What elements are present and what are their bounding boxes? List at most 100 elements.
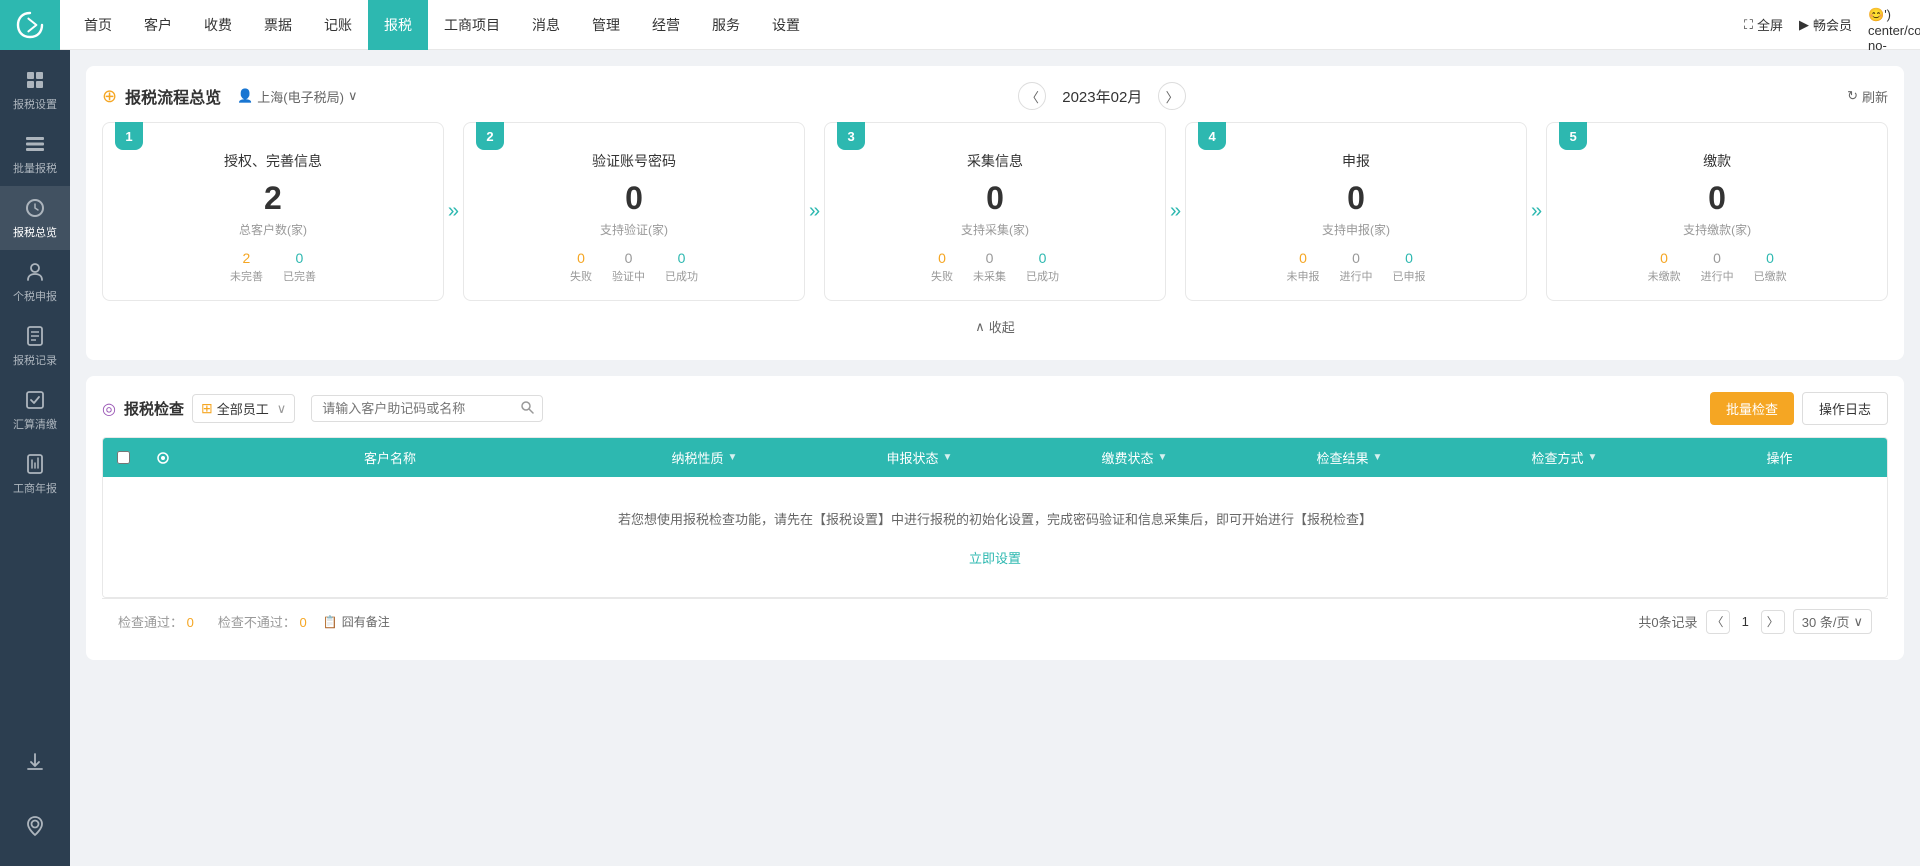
operation-log-button[interactable]: 操作日志 bbox=[1802, 392, 1888, 425]
vip-icon: ▶ bbox=[1799, 17, 1809, 33]
search-button[interactable] bbox=[512, 396, 542, 421]
stat-paid: 0 已缴款 bbox=[1754, 250, 1787, 284]
chevron-down-icon: ∨ bbox=[348, 88, 358, 104]
arrow-2-3: » bbox=[805, 200, 824, 223]
tax-check-card: ◎ 报税检查 ⊞ 全部员工 ∨ 批量检查 操作日志 bbox=[86, 376, 1904, 660]
has-note-indicator: 📋 囧有备注 bbox=[323, 613, 390, 630]
nav-fees[interactable]: 收费 bbox=[188, 0, 248, 50]
overview-title-icon: ⊕ bbox=[102, 86, 117, 107]
th-payment-status[interactable]: 缴费状态 ▼ bbox=[1027, 438, 1242, 477]
vip-button[interactable]: ▶ 畅会员 bbox=[1799, 15, 1852, 34]
batch-tax-icon bbox=[23, 132, 47, 156]
refresh-label: 刷新 bbox=[1862, 87, 1888, 106]
step-2-num: 2 bbox=[476, 122, 504, 150]
tax-check-header: ◎ 报税检查 ⊞ 全部员工 ∨ 批量检查 操作日志 bbox=[102, 392, 1888, 425]
location-person-icon: 👤 bbox=[237, 88, 253, 104]
step-1-stats: 2 未完善 0 已完善 bbox=[119, 250, 427, 284]
staff-selector[interactable]: ⊞ 全部员工 ∨ bbox=[192, 394, 295, 423]
current-page: 1 bbox=[1738, 614, 1753, 629]
filter-result-icon: ▼ bbox=[1373, 452, 1383, 463]
collapse-label: 收起 bbox=[989, 317, 1015, 336]
th-check-result[interactable]: 检查结果 ▼ bbox=[1242, 438, 1457, 477]
nav-home[interactable]: 首页 bbox=[68, 0, 128, 50]
staff-icon: ⊞ bbox=[201, 400, 213, 417]
tax-settings-icon bbox=[23, 68, 47, 92]
sidebar-item-tax-overview[interactable]: 报税总览 bbox=[0, 186, 70, 250]
card-header: ⊕ 报税流程总览 👤 上海(电子税局) ∨ 〈 2023年02月 〉 ↻ 刷新 bbox=[102, 82, 1888, 110]
staff-label: 全部员工 bbox=[217, 399, 269, 418]
nav-invoice[interactable]: 票据 bbox=[248, 0, 308, 50]
batch-check-button[interactable]: 批量检查 bbox=[1710, 392, 1794, 425]
tax-check-table: 客户名称 纳税性质 ▼ 申报状态 ▼ 缴费状态 ▼ 检查 bbox=[102, 437, 1888, 598]
nav-tax[interactable]: 报税 bbox=[368, 0, 428, 50]
nav-message[interactable]: 消息 bbox=[516, 0, 576, 50]
nav-accounting[interactable]: 记账 bbox=[308, 0, 368, 50]
fullscreen-button[interactable]: ⛶ 全屏 bbox=[1744, 15, 1783, 34]
search-input[interactable] bbox=[312, 397, 512, 420]
sidebar-item-location[interactable] bbox=[0, 794, 70, 858]
step-5-title: 缴款 bbox=[1563, 151, 1871, 171]
step-1-count: 2 bbox=[119, 179, 427, 217]
tax-check-title: 报税检查 bbox=[124, 398, 184, 419]
setup-link[interactable]: 立即设置 bbox=[969, 548, 1021, 567]
main-content: ⊕ 报税流程总览 👤 上海(电子税局) ∨ 〈 2023年02月 〉 ↻ 刷新 bbox=[70, 50, 1920, 866]
th-declare-status[interactable]: 申报状态 ▼ bbox=[812, 438, 1027, 477]
fullscreen-icon: ⛶ bbox=[1744, 17, 1753, 33]
pagination: 共0条记录 〈 1 〉 30 条/页 ∨ bbox=[1638, 609, 1872, 634]
refresh-button[interactable]: ↻ 刷新 bbox=[1847, 87, 1888, 106]
stat-not-paid: 0 未缴款 bbox=[1648, 250, 1681, 284]
step-1-num: 1 bbox=[115, 122, 143, 150]
has-note-label: 囧有备注 bbox=[342, 613, 390, 630]
step-1-title: 授权、完善信息 bbox=[119, 151, 427, 171]
table-footer: 检查通过： 0 检查不通过： 0 📋 囧有备注 共0条记录 〈 1 bbox=[102, 598, 1888, 644]
stat-complete-val: 0 bbox=[296, 250, 304, 266]
prev-page-button[interactable]: 〈 bbox=[1706, 610, 1730, 634]
step-2-stats: 0 失败 0 验证中 0 已成功 bbox=[480, 250, 788, 284]
nav-operation[interactable]: 经营 bbox=[636, 0, 696, 50]
step-5-stats: 0 未缴款 0 进行中 0 已缴款 bbox=[1563, 250, 1871, 284]
nav-service[interactable]: 服务 bbox=[696, 0, 756, 50]
select-all-checkbox[interactable] bbox=[117, 451, 130, 464]
stat-not-declared: 0 未申报 bbox=[1287, 250, 1320, 284]
collapse-button[interactable]: ∧ 收起 bbox=[102, 309, 1888, 344]
step-5-count: 0 bbox=[1563, 179, 1871, 217]
check-pass-value[interactable]: 0 bbox=[187, 615, 194, 630]
stat-fail-label: 失败 bbox=[570, 268, 592, 284]
stat-verified-label: 已成功 bbox=[665, 268, 698, 284]
th-tax-nature[interactable]: 纳税性质 ▼ bbox=[597, 438, 812, 477]
nav-management[interactable]: 管理 bbox=[576, 0, 636, 50]
nav-right-actions: ⛶ 全屏 ▶ 畅会员 😊') center/cover no-repeat, #… bbox=[1744, 7, 1904, 43]
sidebar-item-business-report[interactable]: 工商年报 bbox=[0, 442, 70, 506]
th-client-name: 客户名称 bbox=[183, 438, 597, 477]
sidebar-item-annual-settlement[interactable]: 汇算清缴 bbox=[0, 378, 70, 442]
th-checkbox[interactable] bbox=[103, 438, 143, 477]
step-3-subtitle: 支持采集(家) bbox=[841, 221, 1149, 238]
sidebar-item-batch-tax[interactable]: 批量报税 bbox=[0, 122, 70, 186]
check-pass-stat: 检查通过： 0 bbox=[118, 612, 194, 631]
arrow-4-5: » bbox=[1527, 200, 1546, 223]
nav-client[interactable]: 客户 bbox=[128, 0, 188, 50]
sidebar-item-personal-tax[interactable]: 个税申报 bbox=[0, 250, 70, 314]
sidebar-item-download[interactable] bbox=[0, 730, 70, 794]
step-2-subtitle: 支持验证(家) bbox=[480, 221, 788, 238]
nav-business[interactable]: 工商项目 bbox=[428, 0, 516, 50]
user-avatar[interactable]: 😊') center/cover no-repeat, #f5a623;"> bbox=[1868, 7, 1904, 43]
footer-statistics: 检查通过： 0 检查不通过： 0 bbox=[118, 612, 307, 631]
th-check-method[interactable]: 检查方式 ▼ bbox=[1457, 438, 1672, 477]
process-overview-card: ⊕ 报税流程总览 👤 上海(电子税局) ∨ 〈 2023年02月 〉 ↻ 刷新 bbox=[86, 66, 1904, 360]
prev-month-button[interactable]: 〈 bbox=[1018, 82, 1046, 110]
step-declare: 4 申报 0 支持申报(家) 0 未申报 0 进行中 bbox=[1185, 122, 1527, 301]
staff-chevron-icon: ∨ bbox=[277, 401, 287, 417]
th-settings[interactable] bbox=[143, 438, 183, 477]
sidebar-item-tax-record[interactable]: 报税记录 bbox=[0, 314, 70, 378]
per-page-selector[interactable]: 30 条/页 ∨ bbox=[1793, 609, 1872, 634]
sidebar-item-tax-settings[interactable]: 报税设置 bbox=[0, 58, 70, 122]
nav-settings[interactable]: 设置 bbox=[756, 0, 816, 50]
refresh-icon: ↻ bbox=[1847, 88, 1858, 104]
stat-complete-label: 已完善 bbox=[283, 268, 316, 284]
check-fail-value[interactable]: 0 bbox=[300, 615, 307, 630]
next-page-button[interactable]: 〉 bbox=[1761, 610, 1785, 634]
step-3-stats: 0 失败 0 未采集 0 已成功 bbox=[841, 250, 1149, 284]
location-selector[interactable]: 👤 上海(电子税局) ∨ bbox=[237, 87, 357, 106]
next-month-button[interactable]: 〉 bbox=[1158, 82, 1186, 110]
